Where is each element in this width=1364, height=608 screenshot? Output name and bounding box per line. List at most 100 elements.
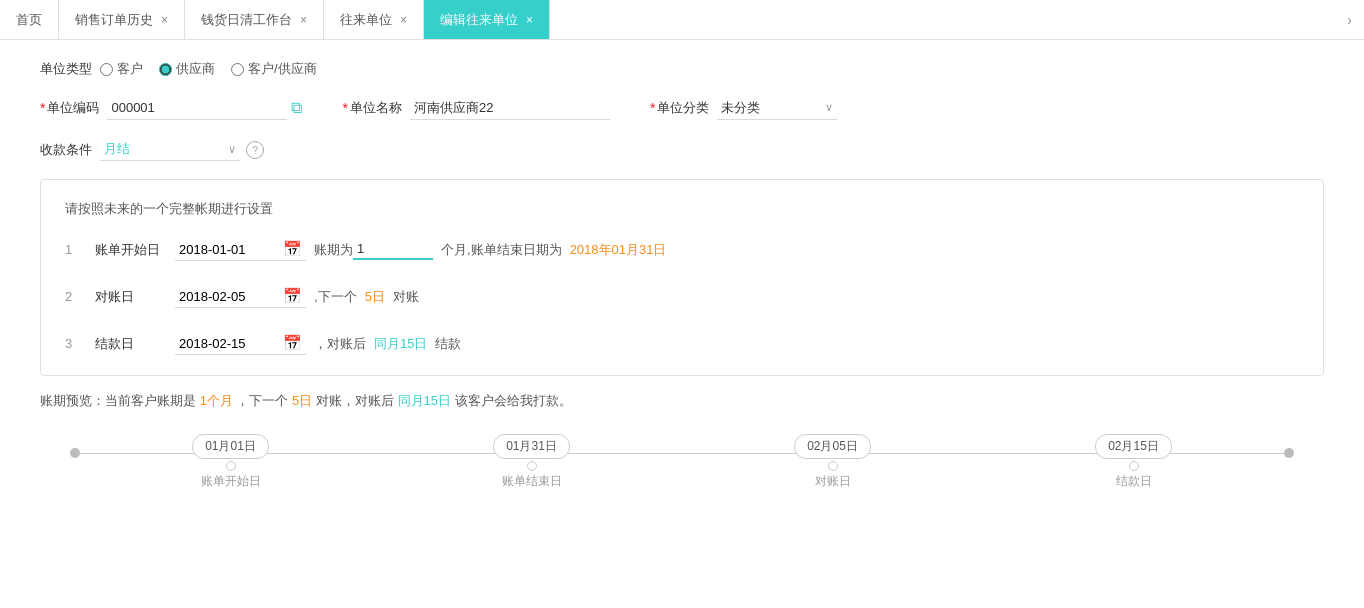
timeline-dot-1: [226, 461, 236, 471]
pay-date-input[interactable]: [179, 336, 279, 351]
timeline-badge-4: 02月15日: [1095, 434, 1172, 459]
pay-highlight: 同月15日: [374, 335, 427, 353]
unit-classify-label: 单位分类: [657, 99, 709, 117]
preview-mid1: ，下一个: [236, 393, 288, 408]
preview-p3: 同月15日: [398, 393, 451, 408]
tab-home[interactable]: 首页: [0, 0, 59, 39]
settings-row-3: 3 结款日 📅 ，对账后 同月15日 结款: [65, 332, 1299, 355]
timeline-label-2: 账单结束日: [502, 473, 562, 490]
tab-edit-partner-label: 编辑往来单位: [440, 11, 518, 29]
payment-select[interactable]: 月结 ∨: [100, 138, 240, 161]
tab-sales-history-label: 销售订单历史: [75, 11, 153, 29]
timeline-node-3: 02月05日 对账日: [682, 434, 983, 490]
tab-edit-partner[interactable]: 编辑往来单位 ×: [424, 0, 550, 39]
unit-code-group: * 单位编码 ⧉: [40, 96, 302, 120]
period-input[interactable]: [353, 239, 433, 260]
row-num-3: 3: [65, 336, 95, 351]
unit-classify-value: 未分类: [721, 99, 821, 117]
period-suffix-1: 个月,账单结束日期为: [441, 241, 562, 259]
tab-partner-unit[interactable]: 往来单位 ×: [324, 0, 424, 39]
tab-partner-unit-label: 往来单位: [340, 11, 392, 29]
timeline-node-4: 02月15日 结款日: [983, 434, 1284, 490]
payment-row: 收款条件 月结 ∨ ?: [40, 138, 1324, 161]
timeline-badge-3: 02月05日: [794, 434, 871, 459]
start-date-input[interactable]: [179, 242, 279, 257]
preview-p1: 1个月: [200, 393, 233, 408]
check-highlight: 5日: [365, 288, 385, 306]
preview-prefix: 账期预览：当前客户账期是: [40, 393, 196, 408]
unit-name-label: 单位名称: [350, 99, 402, 117]
check-date-input[interactable]: [179, 289, 279, 304]
settings-row-1: 1 账单开始日 📅 账期为 个月,账单结束日期为 2018年01月31日: [65, 238, 1299, 261]
copy-icon[interactable]: ⧉: [291, 99, 302, 117]
timeline-label-3: 对账日: [815, 473, 851, 490]
payment-help-icon[interactable]: ?: [246, 141, 264, 159]
main-content: 单位类型 客户 供应商 客户/供应商 * 单位编码 ⧉ *: [0, 40, 1364, 608]
radio-supplier[interactable]: 供应商: [159, 60, 215, 78]
settings-box: 请按照未来的一个完整帐期进行设置 1 账单开始日 📅 账期为 个月,账单结束日期…: [40, 179, 1324, 376]
unit-type-radio-group: 客户 供应商 客户/供应商: [100, 60, 317, 78]
timeline-badge-2: 01月31日: [493, 434, 570, 459]
timeline-node-2: 01月31日 账单结束日: [381, 434, 682, 490]
tab-cash-work[interactable]: 钱货日清工作台 ×: [185, 0, 324, 39]
unit-type-label: 单位类型: [40, 60, 92, 78]
preview-p2: 5日: [292, 393, 312, 408]
radio-both[interactable]: 客户/供应商: [231, 60, 317, 78]
unit-classify-select[interactable]: 未分类 ∨: [717, 97, 837, 120]
tab-bar: 首页 销售订单历史 × 钱货日清工作台 × 往来单位 × 编辑往来单位 × ›: [0, 0, 1364, 40]
check-prefix: ,下一个: [314, 288, 357, 306]
timeline: 01月01日 账单开始日 01月31日 账单结束日 02月05日 对账日 02月…: [40, 434, 1324, 490]
preview-mid2: 对账，对账后: [316, 393, 394, 408]
timeline-right-dot: [1284, 448, 1294, 458]
start-date-cal-icon[interactable]: 📅: [283, 240, 302, 258]
unit-name-input[interactable]: [410, 96, 610, 120]
timeline-label-4: 结款日: [1116, 473, 1152, 490]
unit-classify-chevron: ∨: [825, 101, 833, 114]
unit-classify-group: * 单位分类 未分类 ∨: [650, 97, 837, 120]
preview-suffix: 该客户会给我打款。: [455, 393, 572, 408]
check-suffix: 对账: [393, 288, 419, 306]
payment-label: 收款条件: [40, 141, 92, 159]
unit-type-row: 单位类型 客户 供应商 客户/供应商: [40, 60, 1324, 78]
tab-cash-work-label: 钱货日清工作台: [201, 11, 292, 29]
preview-text: 账期预览：当前客户账期是 1个月 ，下一个 5日 对账，对账后 同月15日 该客…: [40, 392, 1324, 410]
radio-customer[interactable]: 客户: [100, 60, 143, 78]
timeline-dot-4: [1129, 461, 1139, 471]
unit-code-label: 单位编码: [47, 99, 99, 117]
payment-value: 月结: [104, 140, 224, 158]
timeline-left-dot: [70, 448, 80, 458]
row-num-2: 2: [65, 289, 95, 304]
row-label-1: 账单开始日: [95, 241, 175, 259]
settings-title: 请按照未来的一个完整帐期进行设置: [65, 200, 1299, 218]
row-num-1: 1: [65, 242, 95, 257]
pay-suffix: 结款: [435, 335, 461, 353]
pay-date-wrapper: 📅: [175, 332, 306, 355]
unit-name-star: *: [342, 100, 347, 116]
unit-code-star: *: [40, 100, 45, 116]
tab-sales-history[interactable]: 销售订单历史 ×: [59, 0, 185, 39]
period-prefix: 账期为: [314, 241, 353, 259]
tab-edit-partner-close[interactable]: ×: [526, 13, 533, 27]
unit-code-input[interactable]: [107, 96, 287, 120]
payment-chevron: ∨: [228, 143, 236, 156]
tab-partner-unit-close[interactable]: ×: [400, 13, 407, 27]
pay-date-cal-icon[interactable]: 📅: [283, 334, 302, 352]
unit-classify-star: *: [650, 100, 655, 116]
row-label-3: 结款日: [95, 335, 175, 353]
tab-scroll-arrow[interactable]: ›: [1335, 12, 1364, 28]
unit-info-row: * 单位编码 ⧉ * 单位名称 * 单位分类 未分类 ∨: [40, 96, 1324, 120]
timeline-inner: 01月01日 账单开始日 01月31日 账单结束日 02月05日 对账日 02月…: [80, 434, 1284, 490]
tab-cash-work-close[interactable]: ×: [300, 13, 307, 27]
timeline-dot-3: [828, 461, 838, 471]
check-date-wrapper: 📅: [175, 285, 306, 308]
start-date-wrapper: 📅: [175, 238, 306, 261]
end-date-highlight: 2018年01月31日: [570, 241, 667, 259]
check-date-cal-icon[interactable]: 📅: [283, 287, 302, 305]
row-label-2: 对账日: [95, 288, 175, 306]
timeline-node-1: 01月01日 账单开始日: [80, 434, 381, 490]
timeline-left-cap: [70, 434, 80, 458]
timeline-dot-2: [527, 461, 537, 471]
timeline-label-1: 账单开始日: [201, 473, 261, 490]
tab-sales-history-close[interactable]: ×: [161, 13, 168, 27]
timeline-badge-1: 01月01日: [192, 434, 269, 459]
